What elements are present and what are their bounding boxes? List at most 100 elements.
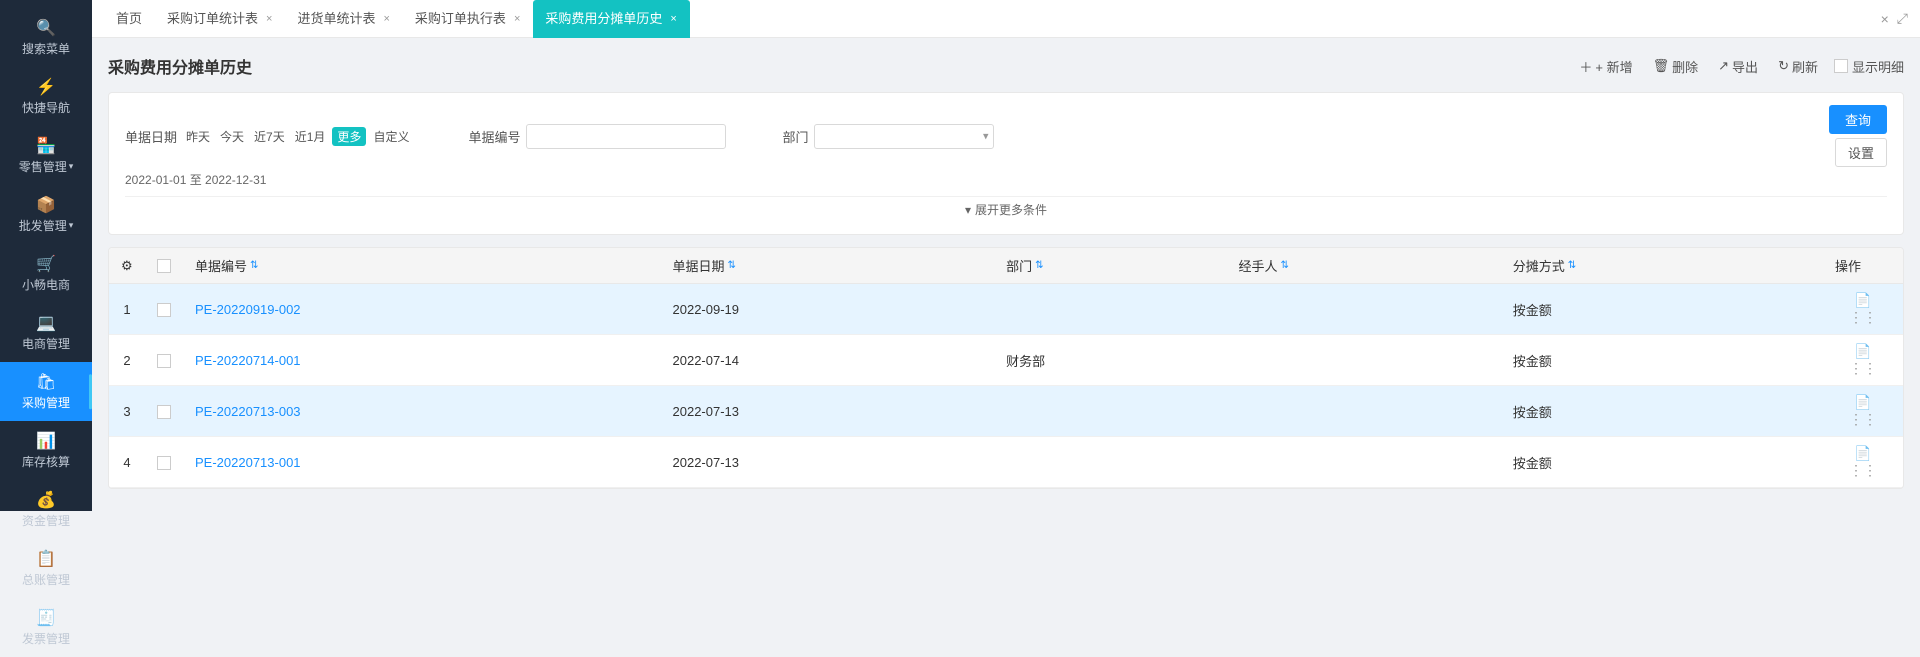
tab-controls: × ⤢	[1881, 10, 1908, 27]
sort-icon: ⇅	[250, 260, 258, 271]
th-order-no[interactable]: 单据编号 ⇅	[183, 248, 661, 284]
sidebar-item-ecom-small[interactable]: 🛒 小畅电商	[0, 244, 92, 303]
shortcut-7days[interactable]: 近7天	[251, 127, 288, 146]
order-no-link[interactable]: PE-20220919-002	[195, 302, 301, 317]
sidebar-item-shortcut[interactable]: ⚡ 快捷导航	[0, 67, 92, 126]
row-checkbox-cell[interactable]	[145, 386, 183, 437]
minimize-icon[interactable]: ×	[1881, 11, 1889, 27]
setting-button[interactable]: 设置	[1835, 138, 1887, 167]
row-dept	[994, 284, 1226, 335]
sidebar-item-label: 资金管理	[4, 512, 88, 529]
row-handler	[1226, 437, 1500, 488]
th-handler[interactable]: 经手人 ⇅	[1226, 248, 1500, 284]
tab-inbound-stat[interactable]: 进货单统计表 ×	[285, 0, 402, 38]
tab-close-icon[interactable]: ×	[266, 0, 272, 38]
sidebar-item-invoice[interactable]: 🧾 发票管理	[0, 598, 92, 657]
expand-more[interactable]: ▾ 展开更多条件	[125, 196, 1887, 222]
date-filter-group: 单据日期 昨天 今天 近7天 近1月 更多 自定义	[125, 127, 412, 146]
refresh-button[interactable]: ↻ 刷新	[1774, 55, 1822, 78]
tab-close-icon[interactable]: ×	[383, 0, 389, 38]
view-icon[interactable]: 📄	[1854, 343, 1871, 359]
date-shortcuts: 昨天 今天 近7天 近1月 更多 自定义	[183, 127, 412, 146]
shortcut-1month[interactable]: 近1月	[292, 127, 329, 146]
sidebar-item-label: 搜索菜单	[4, 40, 88, 57]
row-order-no: PE-20220713-003	[183, 386, 661, 437]
view-icon[interactable]: 📄	[1854, 394, 1871, 410]
row-order-no: PE-20220713-001	[183, 437, 661, 488]
sidebar-item-finance[interactable]: 💰 资金管理	[0, 480, 92, 539]
tab-purchase-cost-history[interactable]: 采购费用分摊单历史 ×	[533, 0, 689, 38]
sidebar-item-inventory[interactable]: 📊 库存核算	[0, 421, 92, 480]
sort-icon: ⇅	[728, 260, 736, 271]
export-icon: ↗	[1718, 58, 1729, 74]
filter-row: 单据日期 昨天 今天 近7天 近1月 更多 自定义 单据编号	[125, 105, 1887, 167]
row-date: 2022-07-13	[661, 386, 995, 437]
more-icon[interactable]: ⋮⋮	[1849, 360, 1877, 376]
row-order-no: PE-20220714-001	[183, 335, 661, 386]
shortcut-custom[interactable]: 自定义	[370, 127, 412, 146]
row-checkbox-cell[interactable]	[145, 335, 183, 386]
export-label: 导出	[1732, 57, 1758, 76]
row-checkbox[interactable]	[157, 303, 171, 317]
page-content: 采购费用分摊单历史 ＋ + 新增 🗑 删除 ↗ 导出 ↻ 刷新	[92, 38, 1920, 511]
show-detail-toggle[interactable]: 显示明细	[1834, 57, 1904, 76]
row-checkbox[interactable]	[157, 405, 171, 419]
th-settings[interactable]: ⚙	[109, 248, 145, 284]
row-ops: 📄 ⋮⋮	[1823, 386, 1903, 437]
shortcut-today[interactable]: 今天	[217, 127, 247, 146]
shortcut-more[interactable]: 更多	[332, 127, 366, 146]
row-checkbox-cell[interactable]	[145, 284, 183, 335]
order-no-link[interactable]: PE-20220713-001	[195, 455, 301, 470]
view-icon[interactable]: 📄	[1854, 292, 1871, 308]
shortcut-yesterday[interactable]: 昨天	[183, 127, 213, 146]
sidebar-item-ecom[interactable]: 💻 电商管理	[0, 303, 92, 362]
tab-purchase-order-stat[interactable]: 采购订单统计表 ×	[155, 0, 285, 38]
tab-purchase-order-exec[interactable]: 采购订单执行表 ×	[403, 0, 533, 38]
row-checkbox[interactable]	[157, 456, 171, 470]
sidebar-item-ledger[interactable]: 📋 总账管理	[0, 539, 92, 598]
row-index: 1	[109, 284, 145, 335]
export-button[interactable]: ↗ 导出	[1714, 55, 1762, 78]
row-split-method: 按金额	[1501, 386, 1823, 437]
view-icon[interactable]: 📄	[1854, 445, 1871, 461]
wholesale-icon: 📦	[4, 195, 88, 215]
order-no-link[interactable]: PE-20220713-003	[195, 404, 301, 419]
th-date[interactable]: 单据日期 ⇅	[661, 248, 995, 284]
th-checkbox[interactable]	[145, 248, 183, 284]
delete-button[interactable]: 🗑 删除	[1649, 55, 1703, 78]
more-icon[interactable]: ⋮⋮	[1849, 309, 1877, 325]
row-checkbox[interactable]	[157, 354, 171, 368]
tab-close-icon[interactable]: ×	[670, 0, 676, 38]
table-container: ⚙ 单据编号 ⇅ 单据日期	[108, 247, 1904, 489]
th-split-method[interactable]: 分摊方式 ⇅	[1501, 248, 1823, 284]
order-no-link[interactable]: PE-20220714-001	[195, 353, 301, 368]
sidebar-item-label: 发票管理	[4, 630, 88, 647]
add-label: + 新增	[1595, 57, 1632, 76]
sidebar-item-retail[interactable]: 🏪 零售管理 ▾	[0, 126, 92, 185]
order-no-input[interactable]	[526, 124, 726, 149]
more-icon[interactable]: ⋮⋮	[1849, 462, 1877, 478]
settings-icon[interactable]: ⚙	[121, 258, 133, 273]
retail-icon: 🏪	[4, 136, 88, 156]
table-row: 3 PE-20220713-003 2022-07-13 按金额 📄 ⋮⋮	[109, 386, 1903, 437]
sidebar-item-purchase[interactable]: 🛍 采购管理	[0, 362, 92, 421]
sidebar-item-wholesale[interactable]: 📦 批发管理 ▾	[0, 185, 92, 244]
row-dept	[994, 437, 1226, 488]
maximize-icon[interactable]: ⤢	[1897, 10, 1908, 27]
select-all-checkbox[interactable]	[157, 259, 171, 273]
detail-checkbox[interactable]	[1834, 59, 1848, 73]
th-split-method-label: 分摊方式	[1513, 256, 1565, 275]
row-index: 2	[109, 335, 145, 386]
tab-close-icon[interactable]: ×	[514, 0, 520, 38]
tab-label: 进货单统计表	[297, 0, 375, 38]
dept-select[interactable]: 财务部	[814, 124, 994, 149]
th-dept[interactable]: 部门 ⇅	[994, 248, 1226, 284]
sidebar-item-search[interactable]: 🔍 搜索菜单	[0, 8, 92, 67]
row-checkbox-cell[interactable]	[145, 437, 183, 488]
th-ops-label: 操作	[1835, 259, 1861, 274]
query-button[interactable]: 查询	[1829, 105, 1887, 134]
sidebar-item-label: 库存核算	[4, 453, 88, 470]
more-icon[interactable]: ⋮⋮	[1849, 411, 1877, 427]
tab-home[interactable]: 首页	[104, 0, 155, 38]
add-button[interactable]: ＋ + 新增	[1575, 55, 1636, 78]
